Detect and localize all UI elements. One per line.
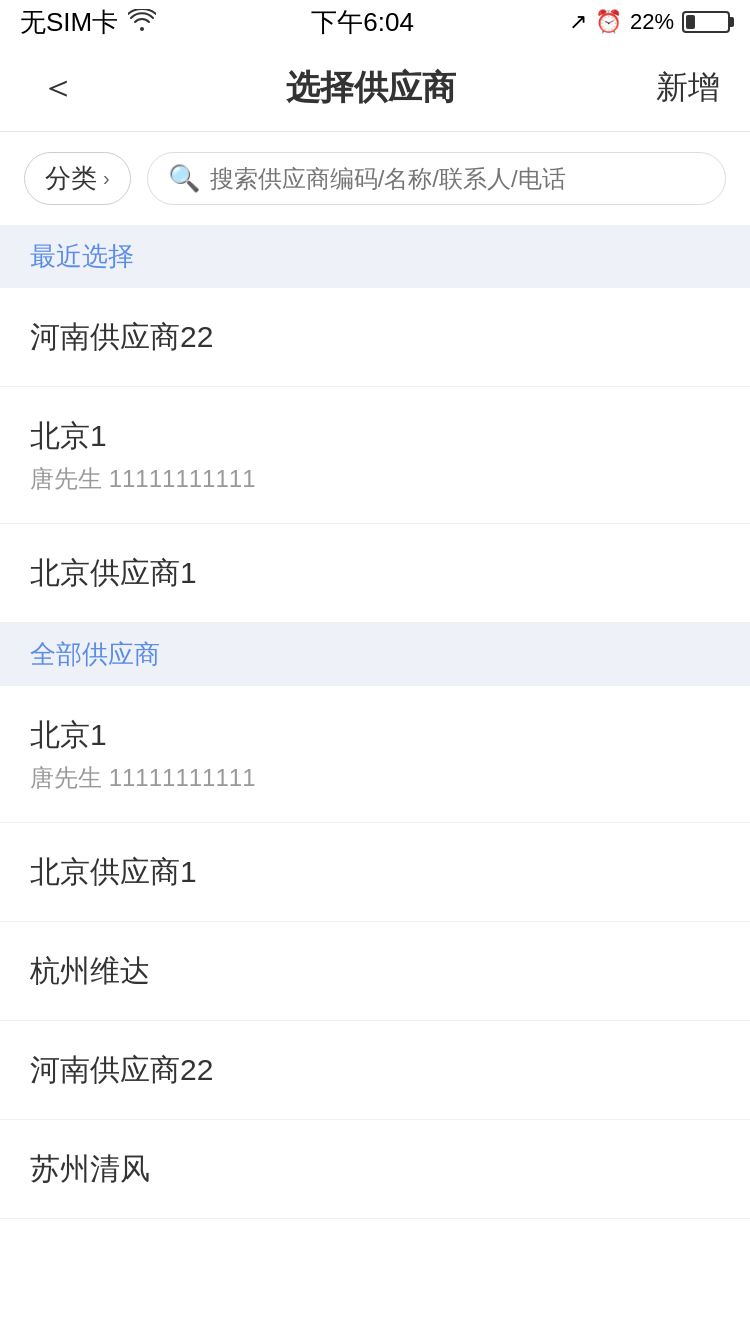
item-name: 杭州维达 [30, 950, 720, 992]
search-icon: 🔍 [168, 163, 200, 194]
list-item[interactable]: 北京供应商1 [0, 823, 750, 922]
status-bar: 无SIM卡 下午6:04 ↗ ⏰ 22% [0, 0, 750, 44]
item-sub: 唐先生 11111111111 [30, 463, 720, 495]
item-name: 河南供应商22 [30, 1049, 720, 1091]
item-name: 北京1 [30, 415, 720, 457]
status-right: ↗ ⏰ 22% [569, 9, 730, 35]
all-section-header: 全部供应商 [0, 623, 750, 686]
item-name: 北京供应商1 [30, 552, 720, 594]
list-item[interactable]: 苏州清风 [0, 1120, 750, 1219]
category-button[interactable]: 分类 › [24, 152, 131, 205]
search-box[interactable]: 🔍 [147, 152, 726, 205]
all-list: 北京1 唐先生 11111111111 北京供应商1 杭州维达河南供应商22 苏州清风 [0, 686, 750, 1219]
list-item[interactable]: 杭州维达 [0, 922, 750, 1021]
wifi-icon [128, 7, 156, 38]
filter-bar: 分类 › 🔍 [0, 132, 750, 225]
location-icon: ↗ [569, 9, 587, 35]
status-time: 下午6:04 [311, 5, 414, 40]
list-item[interactable]: 北京1 唐先生 11111111111 [0, 387, 750, 524]
list-item[interactable]: 北京1 唐先生 11111111111 [0, 686, 750, 823]
page-title: 选择供应商 [286, 65, 456, 111]
item-name: 河南供应商22 [30, 316, 720, 358]
category-label: 分类 [45, 161, 97, 196]
list-item[interactable]: 河南供应商22 [0, 288, 750, 387]
recent-list: 河南供应商22 北京1 唐先生 11111111111 北京供应商1 [0, 288, 750, 623]
search-input[interactable] [210, 165, 705, 193]
item-sub: 唐先生 11111111111 [30, 762, 720, 794]
item-name: 苏州清风 [30, 1148, 720, 1190]
alarm-icon: ⏰ [595, 9, 622, 35]
add-button[interactable]: 新增 [656, 66, 720, 110]
item-name: 北京供应商1 [30, 851, 720, 893]
battery-icon [682, 11, 730, 33]
item-name: 北京1 [30, 714, 720, 756]
carrier-text: 无SIM卡 [20, 5, 118, 40]
chevron-right-icon: › [103, 167, 110, 190]
recent-section-header: 最近选择 [0, 225, 750, 288]
nav-bar: ＜ 选择供应商 新增 [0, 44, 750, 132]
status-left: 无SIM卡 [20, 5, 156, 40]
back-button[interactable]: ＜ [30, 53, 86, 122]
list-item[interactable]: 河南供应商22 [0, 1021, 750, 1120]
battery-percent: 22% [630, 9, 674, 35]
list-item[interactable]: 北京供应商1 [0, 524, 750, 623]
